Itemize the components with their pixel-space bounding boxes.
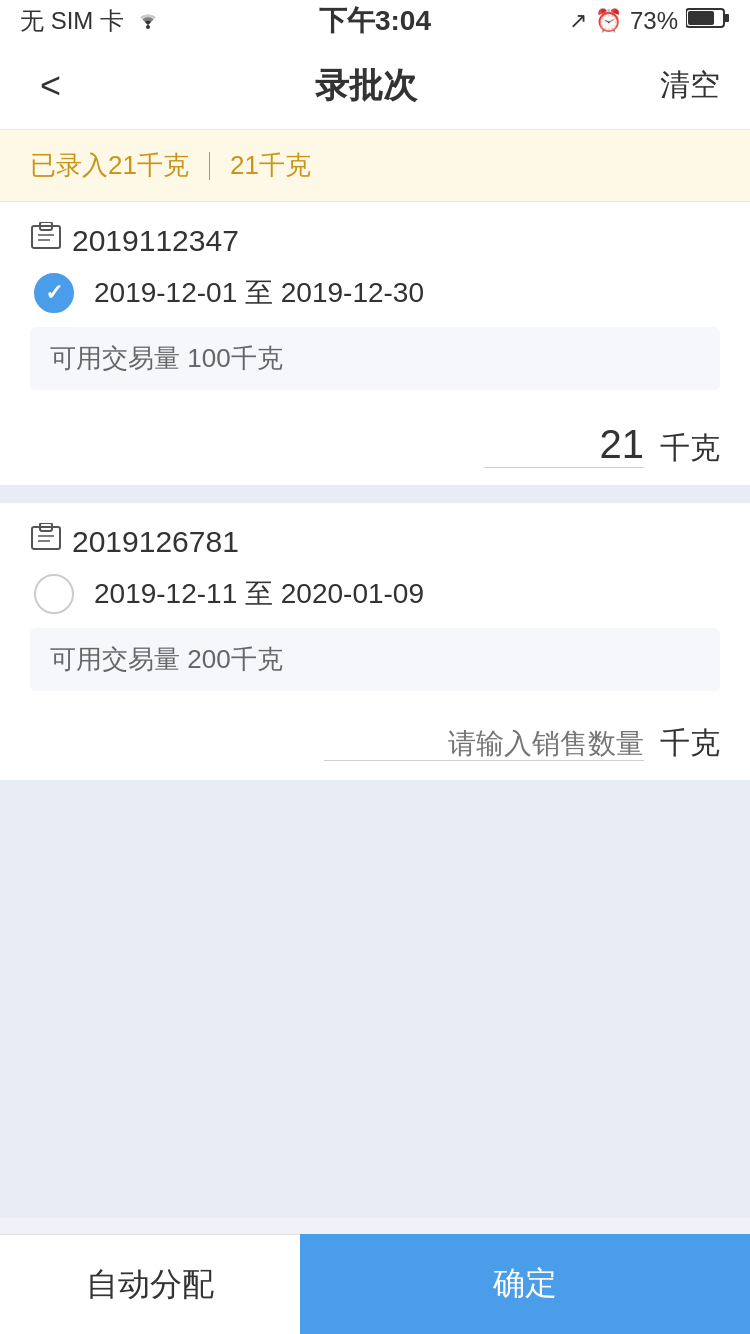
clear-button[interactable]: 清空 — [660, 65, 720, 106]
battery-icon — [686, 7, 730, 35]
gray-area — [0, 798, 750, 1218]
batch-id-row-1: 2019112347 — [30, 222, 720, 259]
radio-button-2[interactable] — [34, 574, 74, 614]
status-left: 无 SIM 卡 — [20, 5, 162, 37]
nav-bar: < 录批次 清空 — [0, 42, 750, 130]
batch-item-2: 2019126781 2019-12-11 至 2020-01-09 可用交易量… — [0, 503, 750, 780]
battery-percent: 73% — [630, 7, 678, 35]
section-separator-1 — [0, 485, 750, 503]
summary-divider — [209, 152, 210, 180]
batch-icon-1 — [30, 222, 62, 259]
amount-row-1: 千克 — [0, 406, 750, 485]
section-separator-2 — [0, 780, 750, 798]
alarm-icon: ⏰ — [595, 8, 622, 34]
batch-id-2: 2019126781 — [72, 525, 239, 559]
location-icon: ↗ — [569, 8, 587, 34]
batch-item-1: 2019112347 ✓ 2019-12-01 至 2019-12-30 可用交… — [0, 202, 750, 485]
page-title: 录批次 — [315, 63, 417, 109]
svg-rect-3 — [688, 11, 714, 25]
svg-rect-2 — [724, 14, 729, 22]
batch-capacity-1: 可用交易量 100千克 — [50, 343, 283, 373]
batch-id-row-2: 2019126781 — [30, 523, 720, 560]
auto-distribute-button[interactable]: 自动分配 — [0, 1234, 300, 1334]
summary-label: 已录入21千克 — [30, 148, 189, 183]
status-time: 下午3:04 — [319, 2, 431, 40]
batch-capacity-box-1: 可用交易量 100千克 — [30, 327, 720, 390]
svg-point-0 — [146, 25, 150, 29]
batch-capacity-box-2: 可用交易量 200千克 — [30, 628, 720, 691]
radio-button-1[interactable]: ✓ — [34, 273, 74, 313]
input-unit-2: 千克 — [660, 723, 720, 764]
summary-bar: 已录入21千克 21千克 — [0, 130, 750, 202]
batch-capacity-2: 可用交易量 200千克 — [50, 644, 283, 674]
carrier-label: 无 SIM 卡 — [20, 5, 124, 37]
batch-id-1: 2019112347 — [72, 224, 239, 258]
status-bar: 无 SIM 卡 下午3:04 ↗ ⏰ 73% — [0, 0, 750, 42]
amount-input-2[interactable] — [324, 728, 644, 761]
summary-value: 21千克 — [230, 148, 311, 183]
batch-icon-2 — [30, 523, 62, 560]
status-right: ↗ ⏰ 73% — [569, 7, 730, 35]
wifi-icon — [134, 7, 162, 35]
radio-check-1: ✓ — [45, 280, 63, 306]
bottom-bar: 自动分配 确定 — [0, 1234, 750, 1334]
batch-date-row-2[interactable]: 2019-12-11 至 2020-01-09 — [30, 574, 720, 614]
batch-date-1: 2019-12-01 至 2019-12-30 — [94, 274, 424, 312]
back-button[interactable]: < — [30, 55, 71, 117]
batch-date-row-1[interactable]: ✓ 2019-12-01 至 2019-12-30 — [30, 273, 720, 313]
confirm-button[interactable]: 确定 — [300, 1234, 750, 1334]
input-row-2: 千克 — [0, 707, 750, 780]
amount-input-1[interactable] — [484, 422, 644, 468]
amount-unit-1: 千克 — [660, 428, 720, 469]
batch-date-2: 2019-12-11 至 2020-01-09 — [94, 575, 424, 613]
content-area: 2019112347 ✓ 2019-12-01 至 2019-12-30 可用交… — [0, 202, 750, 1318]
